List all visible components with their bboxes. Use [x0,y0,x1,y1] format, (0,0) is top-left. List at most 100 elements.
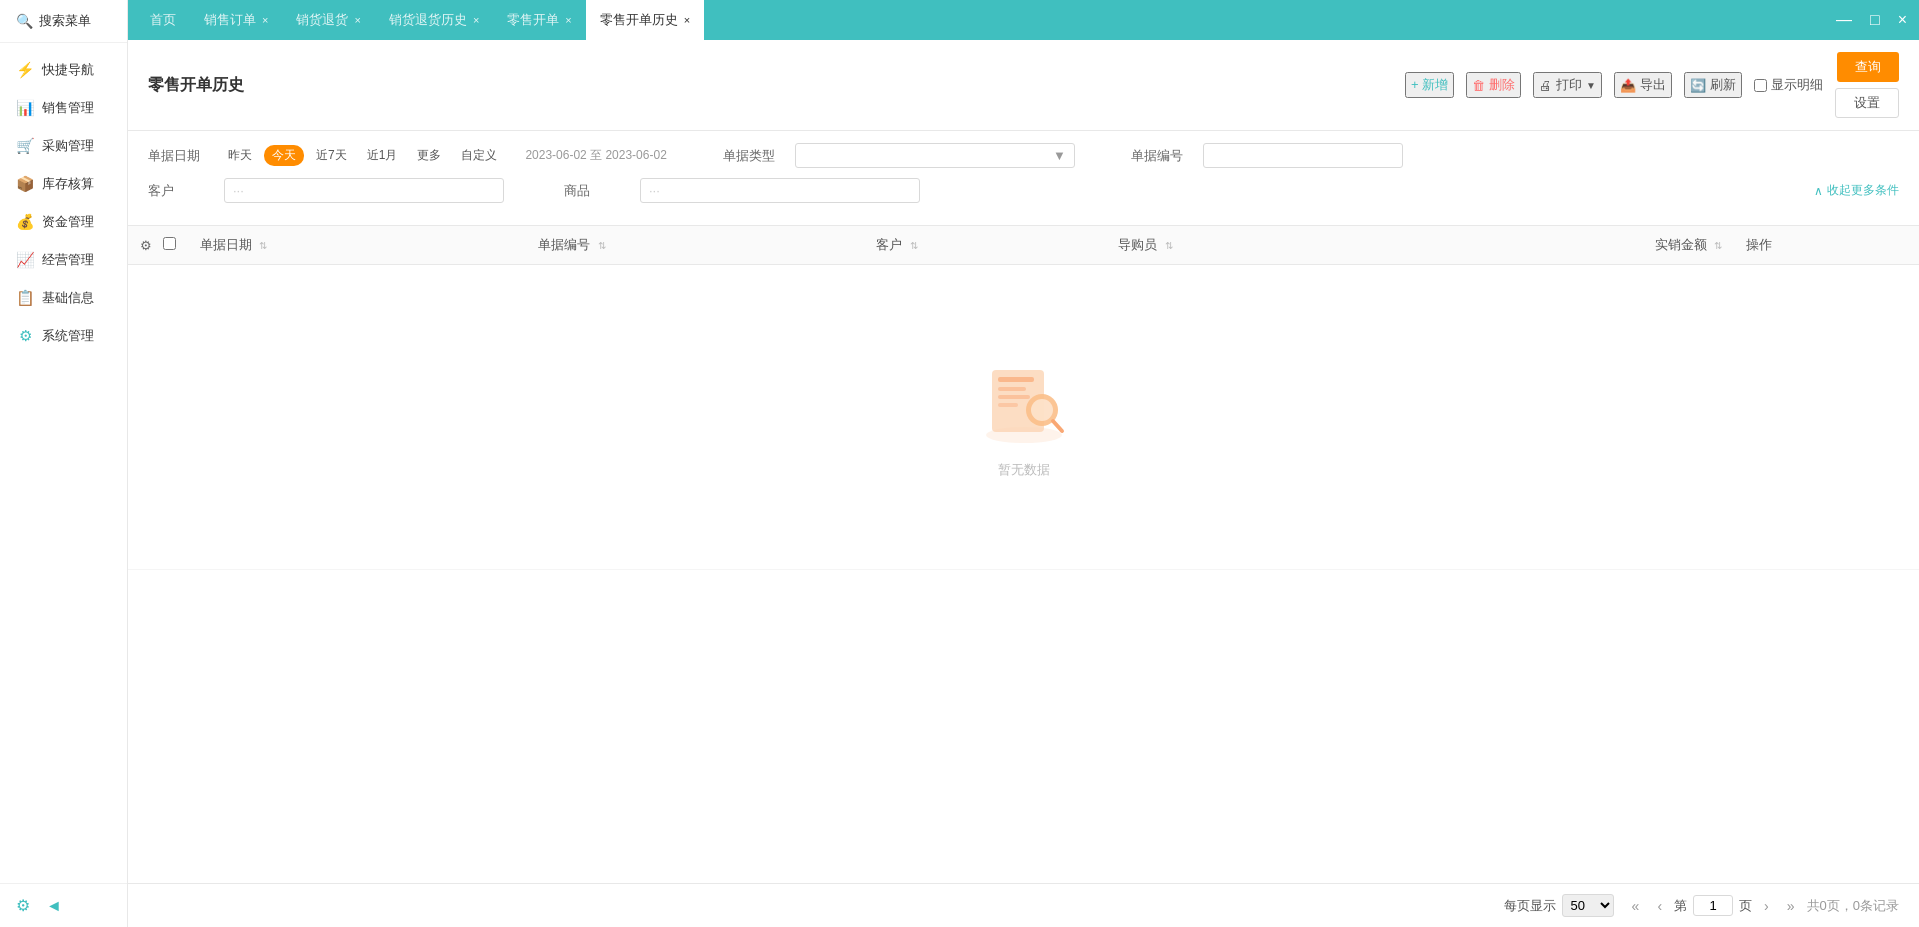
tab-sales-order[interactable]: 销售订单 × [190,0,282,40]
display-toggle-label: 显示明细 [1771,76,1823,94]
goods-select[interactable]: ··· [640,178,920,203]
tab-retail-open-close[interactable]: × [565,14,571,26]
select-all-checkbox[interactable] [163,237,176,250]
th-customer[interactable]: 客户 ⇅ [864,226,1106,265]
toolbar: + 新增 🗑 删除 🖨 打印 ▼ 📤 导出 🔄 刷新 [1405,52,1899,118]
th-customer-sort[interactable]: ⇅ [910,240,918,251]
date-btn-yesterday[interactable]: 昨天 [220,145,260,166]
date-btn-7days[interactable]: 近7天 [308,145,355,166]
sidebar-item-purchase-mgmt[interactable]: 🛒 采购管理 [0,127,127,165]
window-max-btn[interactable]: □ [1866,11,1884,29]
tab-sales-order-close[interactable]: × [262,14,268,26]
tab-retail-open[interactable]: 零售开单 × [493,0,585,40]
svg-rect-5 [998,403,1018,407]
empty-icon [974,355,1074,445]
footer-collapse-icon[interactable]: ◄ [46,897,62,915]
doc-type-label: 单据类型 [723,147,779,165]
collapse-icon: ∧ [1814,184,1823,198]
tab-retail-open-history-close[interactable]: × [684,14,690,26]
svg-line-8 [1053,421,1062,431]
th-salesperson-label: 导购员 [1118,237,1157,252]
empty-text: 暂无数据 [998,461,1050,479]
last-page-btn[interactable]: » [1781,896,1801,916]
refresh-icon: 🔄 [1690,78,1706,93]
first-page-btn[interactable]: « [1626,896,1646,916]
th-date[interactable]: 单据日期 ⇅ [188,226,526,265]
sidebar-item-label: 基础信息 [42,289,94,307]
th-amount-sort[interactable]: ⇅ [1714,240,1722,251]
display-toggle-checkbox[interactable] [1754,79,1767,92]
th-no-label: 单据编号 [538,237,590,252]
date-btn-more[interactable]: 更多 [409,145,449,166]
sidebar-item-base-info[interactable]: 📋 基础信息 [0,279,127,317]
collapse-button[interactable]: ∧ 收起更多条件 [1814,182,1899,199]
sidebar-item-sys-mgmt[interactable]: ⚙ 系统管理 [0,317,127,355]
th-salesperson[interactable]: 导购员 ⇅ [1106,226,1396,265]
main-content: 首页 销售订单 × 销货退货 × 销货退货历史 × 零售开单 × 零售开单历史 … [128,0,1919,927]
page-suffix: 页 [1739,897,1752,915]
prev-page-btn[interactable]: ‹ [1651,896,1668,916]
th-salesperson-sort[interactable]: ⇅ [1165,240,1173,251]
table-settings-icon[interactable]: ⚙ [140,238,152,253]
search-icon: 🔍 [16,13,33,29]
sidebar-item-quick-nav[interactable]: ⚡ 快捷导航 [0,51,127,89]
display-toggle[interactable]: 显示明细 [1754,76,1823,94]
tab-sales-return[interactable]: 销货退货 × [282,0,374,40]
sidebar-item-operations[interactable]: 📈 经营管理 [0,241,127,279]
next-page-btn[interactable]: › [1758,896,1775,916]
print-button[interactable]: 🖨 打印 ▼ [1533,72,1602,98]
sidebar-search[interactable]: 🔍 搜索菜单 [0,0,127,43]
add-button[interactable]: + 新增 [1405,72,1454,98]
window-close-btn[interactable]: × [1894,11,1911,29]
goods-label: 商品 [564,182,620,200]
delete-button[interactable]: 🗑 删除 [1466,72,1521,98]
doc-type-select[interactable]: ▼ [795,143,1075,168]
tab-sales-return-close[interactable]: × [354,14,360,26]
goods-dots: ··· [649,183,660,198]
th-actions-label: 操作 [1746,237,1772,252]
sidebar-menu: ⚡ 快捷导航 📊 销售管理 🛒 采购管理 📦 库存核算 💰 资金管理 📈 经营管… [0,43,127,883]
footer-settings-icon[interactable]: ⚙ [16,896,30,915]
page-title: 零售开单历史 [148,75,244,96]
date-buttons: 昨天 今天 近7天 近1月 更多 自定义 [220,145,505,166]
filter-row-2: 客户 ··· 商品 ··· ∧ 收起更多条件 [148,178,1899,203]
per-page-select[interactable]: 50 10 20 100 [1562,894,1614,917]
th-amount[interactable]: 实销金额 ⇅ [1396,226,1734,265]
doc-no-label: 单据编号 [1131,147,1187,165]
print-icon: 🖨 [1539,78,1552,93]
per-page: 每页显示 50 10 20 100 [1504,894,1614,917]
sidebar-item-label: 系统管理 [42,327,94,345]
page-label: 第 [1674,897,1687,915]
sidebar-item-inventory[interactable]: 📦 库存核算 [0,165,127,203]
th-no-sort[interactable]: ⇅ [598,240,606,251]
empty-state: 暂无数据 [140,275,1907,559]
query-button[interactable]: 查询 [1837,52,1899,82]
tab-sales-return-history[interactable]: 销货退货历史 × [375,0,493,40]
date-btn-custom[interactable]: 自定义 [453,145,505,166]
customer-select[interactable]: ··· [224,178,504,203]
window-controls: — □ × [1832,11,1911,29]
tab-bar: 首页 销售订单 × 销货退货 × 销货退货历史 × 零售开单 × 零售开单历史 … [128,0,1919,40]
tab-retail-open-history[interactable]: 零售开单历史 × [586,0,704,40]
filter-area: 单据日期 昨天 今天 近7天 近1月 更多 自定义 2023-06-02 至 2… [128,131,1919,226]
doc-no-input[interactable] [1203,143,1403,168]
date-btn-1month[interactable]: 近1月 [359,145,406,166]
sidebar-item-sales-mgmt[interactable]: 📊 销售管理 [0,89,127,127]
export-label: 导出 [1640,76,1666,94]
tab-home[interactable]: 首页 [136,0,190,40]
export-button[interactable]: 📤 导出 [1614,72,1672,98]
window-min-btn[interactable]: — [1832,11,1856,29]
sidebar-item-label: 库存核算 [42,175,94,193]
date-btn-today[interactable]: 今天 [264,145,304,166]
inventory-icon: 📦 [16,175,34,193]
refresh-button[interactable]: 🔄 刷新 [1684,72,1742,98]
tab-home-label: 首页 [150,11,176,29]
sidebar-item-finance[interactable]: 💰 资金管理 [0,203,127,241]
th-date-sort[interactable]: ⇅ [259,240,267,251]
setting-button[interactable]: 设置 [1835,88,1899,118]
page-input[interactable] [1693,895,1733,916]
th-settings: ⚙ [128,226,188,265]
sidebar-footer: ⚙ ◄ [0,883,127,927]
th-no[interactable]: 单据编号 ⇅ [526,226,864,265]
tab-sales-return-history-close[interactable]: × [473,14,479,26]
